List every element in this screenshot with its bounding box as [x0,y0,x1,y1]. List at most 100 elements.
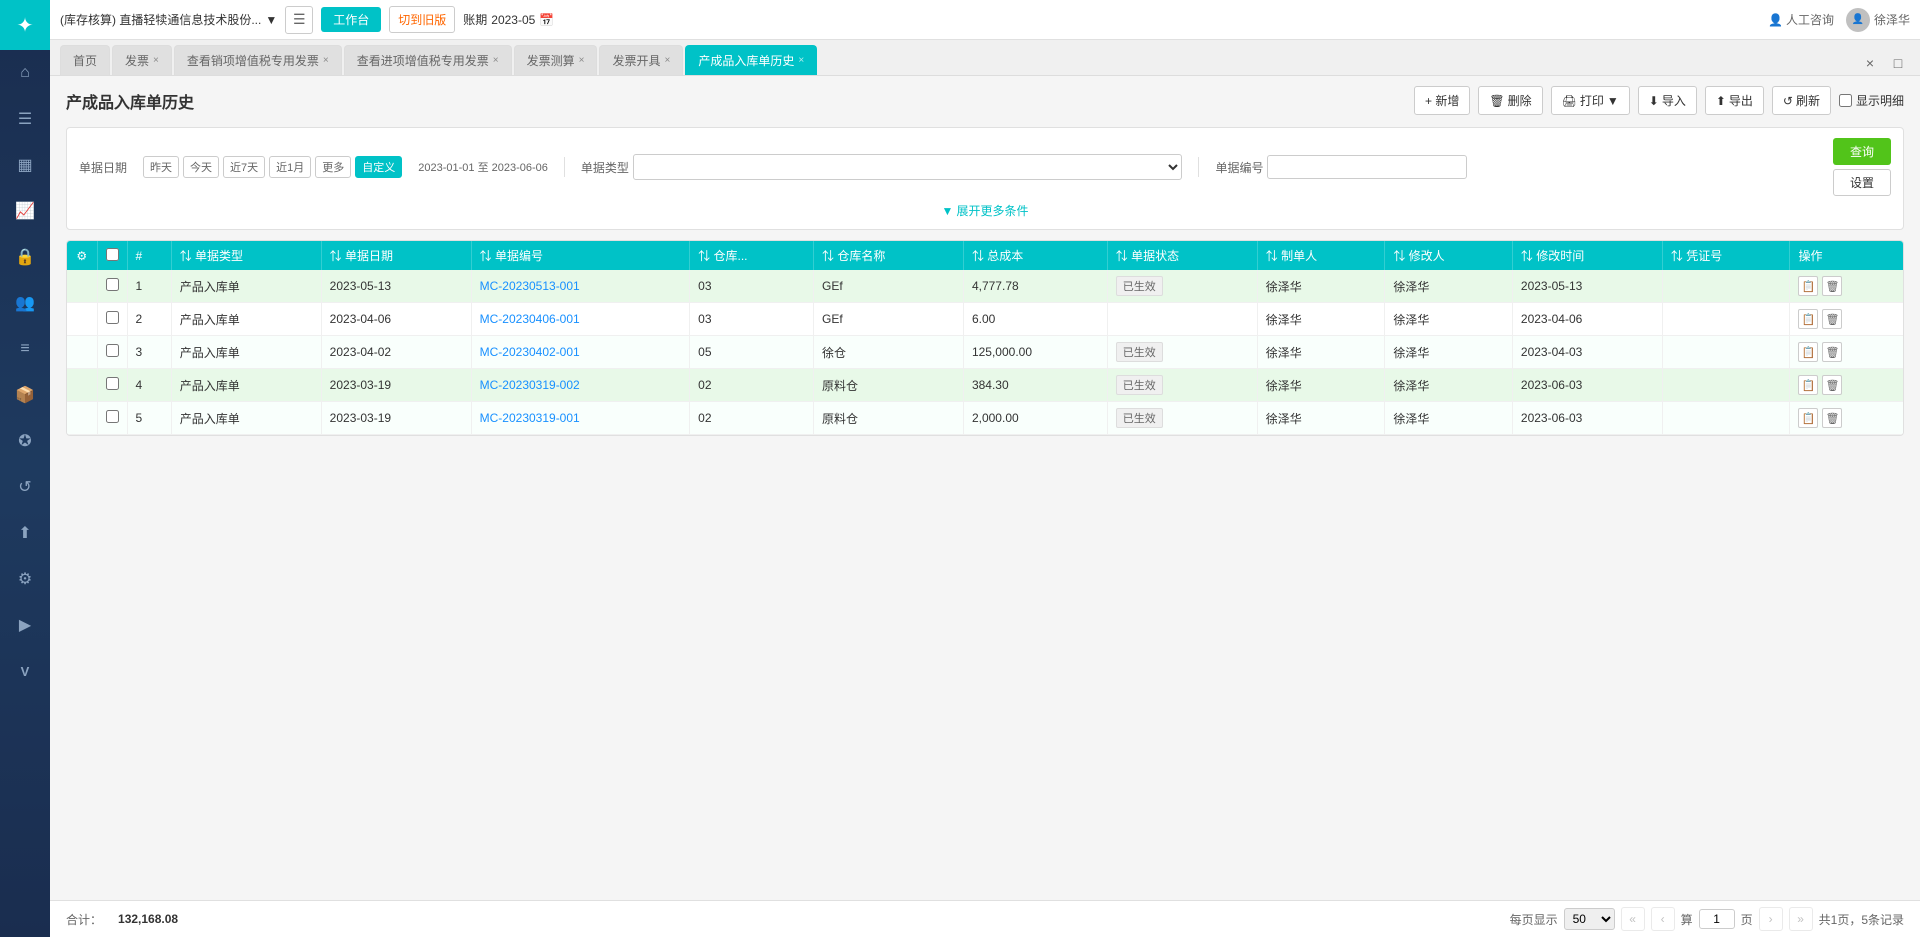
th-doc-no[interactable]: ⇅ 单据编号 [471,241,690,270]
last-page-button[interactable]: » [1789,907,1813,931]
set-button[interactable]: 设置 [1833,169,1891,196]
tab-invoice-calc-close[interactable]: × [579,55,585,66]
doc-no-link[interactable]: MC-20230402-001 [480,345,580,359]
row-edit-button[interactable]: 📋 [1798,342,1818,362]
close-window-button[interactable]: × [1858,51,1882,75]
th-settings[interactable]: ⚙ [67,241,97,270]
help-link[interactable]: 👤 人工咨询 [1768,11,1834,28]
row-checkbox[interactable] [106,410,119,423]
tab-purchase-vat-close[interactable]: × [493,55,499,66]
doc-no-link[interactable]: MC-20230406-001 [480,312,580,326]
tab-home[interactable]: 首页 [60,45,110,75]
date-btn-yesterday[interactable]: 昨天 [143,156,179,178]
th-modifier[interactable]: ⇅ 修改人 [1385,241,1513,270]
row-checkbox[interactable] [106,344,119,357]
show-detail-checkbox[interactable] [1839,94,1852,107]
th-voucher-no[interactable]: ⇅ 凭证号 [1662,241,1790,270]
doc-button[interactable]: ☰ [285,6,313,34]
sidebar-item-upload[interactable]: ⬆ [0,510,50,556]
sidebar-item-stamp[interactable]: ✪ [0,418,50,464]
export-button[interactable]: ⬆ 导出 [1705,86,1764,115]
select-all-checkbox[interactable] [106,248,119,261]
refresh-button[interactable]: ↺ 刷新 [1772,86,1831,115]
import-button[interactable]: ⬇ 导入 [1638,86,1697,115]
row-edit-button[interactable]: 📋 [1798,375,1818,395]
tab-product-in-close[interactable]: × [798,55,804,66]
company-selector[interactable]: (库存核算) 直播轻犊通信息技术股份... ▼ [60,11,277,28]
sidebar-item-refresh[interactable]: ↺ [0,464,50,510]
row-delete-button[interactable]: 🗑 [1822,309,1842,329]
page-size-select[interactable]: 50 100 200 [1564,908,1615,930]
doc-no-link[interactable]: MC-20230319-001 [480,411,580,425]
td-num: 2 [127,303,171,336]
sidebar-item-v[interactable]: V [0,648,50,694]
tab-invoice-open-close[interactable]: × [664,55,670,66]
th-modify-time[interactable]: ⇅ 修改时间 [1512,241,1662,270]
doc-no-link[interactable]: MC-20230319-002 [480,378,580,392]
sidebar-item-home[interactable]: ⌂ [0,50,50,96]
sidebar-item-lock[interactable]: 🔒 [0,234,50,280]
row-checkbox[interactable] [106,311,119,324]
tab-sales-vat[interactable]: 查看销项增值税专用发票 × [174,45,342,75]
th-total-cost[interactable]: ⇅ 总成本 [963,241,1107,270]
row-delete-button[interactable]: 🗑 [1822,342,1842,362]
sidebar-item-settings[interactable]: ⚙ [0,556,50,602]
row-edit-button[interactable]: 📋 [1798,309,1818,329]
th-warehouse-code[interactable]: ⇅ 仓库... [690,241,814,270]
tab-purchase-vat[interactable]: 查看进项增值税专用发票 × [344,45,512,75]
sidebar-item-analytics[interactable]: 📈 [0,188,50,234]
doc-no-link[interactable]: MC-20230513-001 [480,279,580,293]
workbench-button[interactable]: 工作台 [321,7,381,32]
sidebar-item-doc[interactable]: ☰ [0,96,50,142]
date-btn-1month[interactable]: 近1月 [269,156,311,178]
current-page-input[interactable] [1699,909,1735,929]
app-logo[interactable]: ✦ [0,0,50,50]
first-page-button[interactable]: « [1621,907,1645,931]
sidebar-item-video[interactable]: ▶ [0,602,50,648]
row-delete-button[interactable]: 🗑 [1822,408,1842,428]
td-creator: 徐泽华 [1257,336,1385,369]
filter-expand[interactable]: ▼ 展开更多条件 [79,202,1891,219]
export-icon: ⬆ [1716,94,1726,108]
tab-invoice-calc[interactable]: 发票测算 × [514,45,598,75]
row-checkbox[interactable] [106,278,119,291]
tab-invoice-open[interactable]: 发票开具 × [599,45,683,75]
sidebar-item-list[interactable]: ≡ [0,326,50,372]
date-btn-more[interactable]: 更多 [315,156,351,178]
row-delete-button[interactable]: 🗑 [1822,276,1842,296]
th-warehouse-name[interactable]: ⇅ 仓库名称 [813,241,963,270]
date-btn-today[interactable]: 今天 [183,156,219,178]
print-button[interactable]: 🖨 打印 ▼ [1551,86,1630,115]
row-edit-button[interactable]: 📋 [1798,408,1818,428]
th-checkbox[interactable] [97,241,127,270]
th-doc-type[interactable]: ⇅ 单据类型 [171,241,321,270]
row-checkbox[interactable] [106,377,119,390]
prev-page-button[interactable]: ‹ [1651,907,1675,931]
row-delete-button[interactable]: 🗑 [1822,375,1842,395]
sidebar-item-chart[interactable]: ▦ [0,142,50,188]
doc-no-input[interactable] [1267,155,1467,179]
th-doc-date[interactable]: ⇅ 单据日期 [321,241,471,270]
date-btn-custom[interactable]: 自定义 [355,156,402,178]
tab-sales-vat-close[interactable]: × [323,55,329,66]
period-label: 账期 [463,11,487,28]
sidebar-item-users[interactable]: 👥 [0,280,50,326]
new-button[interactable]: + 新增 [1414,86,1470,115]
query-button[interactable]: 查询 [1833,138,1891,165]
sidebar-item-inventory[interactable]: 📦 [0,372,50,418]
switch-old-btn[interactable]: 切到旧版 [389,6,455,33]
td-doc-no: MC-20230402-001 [471,336,690,369]
next-page-button[interactable]: › [1759,907,1783,931]
maximize-window-button[interactable]: □ [1886,51,1910,75]
tab-invoice[interactable]: 发票 × [112,45,172,75]
th-creator[interactable]: ⇅ 制单人 [1257,241,1385,270]
doc-type-select[interactable] [633,154,1183,180]
date-btn-7days[interactable]: 近7天 [223,156,265,178]
th-doc-status[interactable]: ⇅ 单据状态 [1107,241,1257,270]
delete-button[interactable]: 🗑 删除 [1478,86,1542,115]
user-menu[interactable]: 👤 徐泽华 [1846,8,1910,32]
tab-product-in[interactable]: 产成品入库单历史 × [685,45,817,75]
row-edit-button[interactable]: 📋 [1798,276,1818,296]
tab-invoice-close[interactable]: × [153,55,159,66]
list-icon: ≡ [20,340,29,358]
